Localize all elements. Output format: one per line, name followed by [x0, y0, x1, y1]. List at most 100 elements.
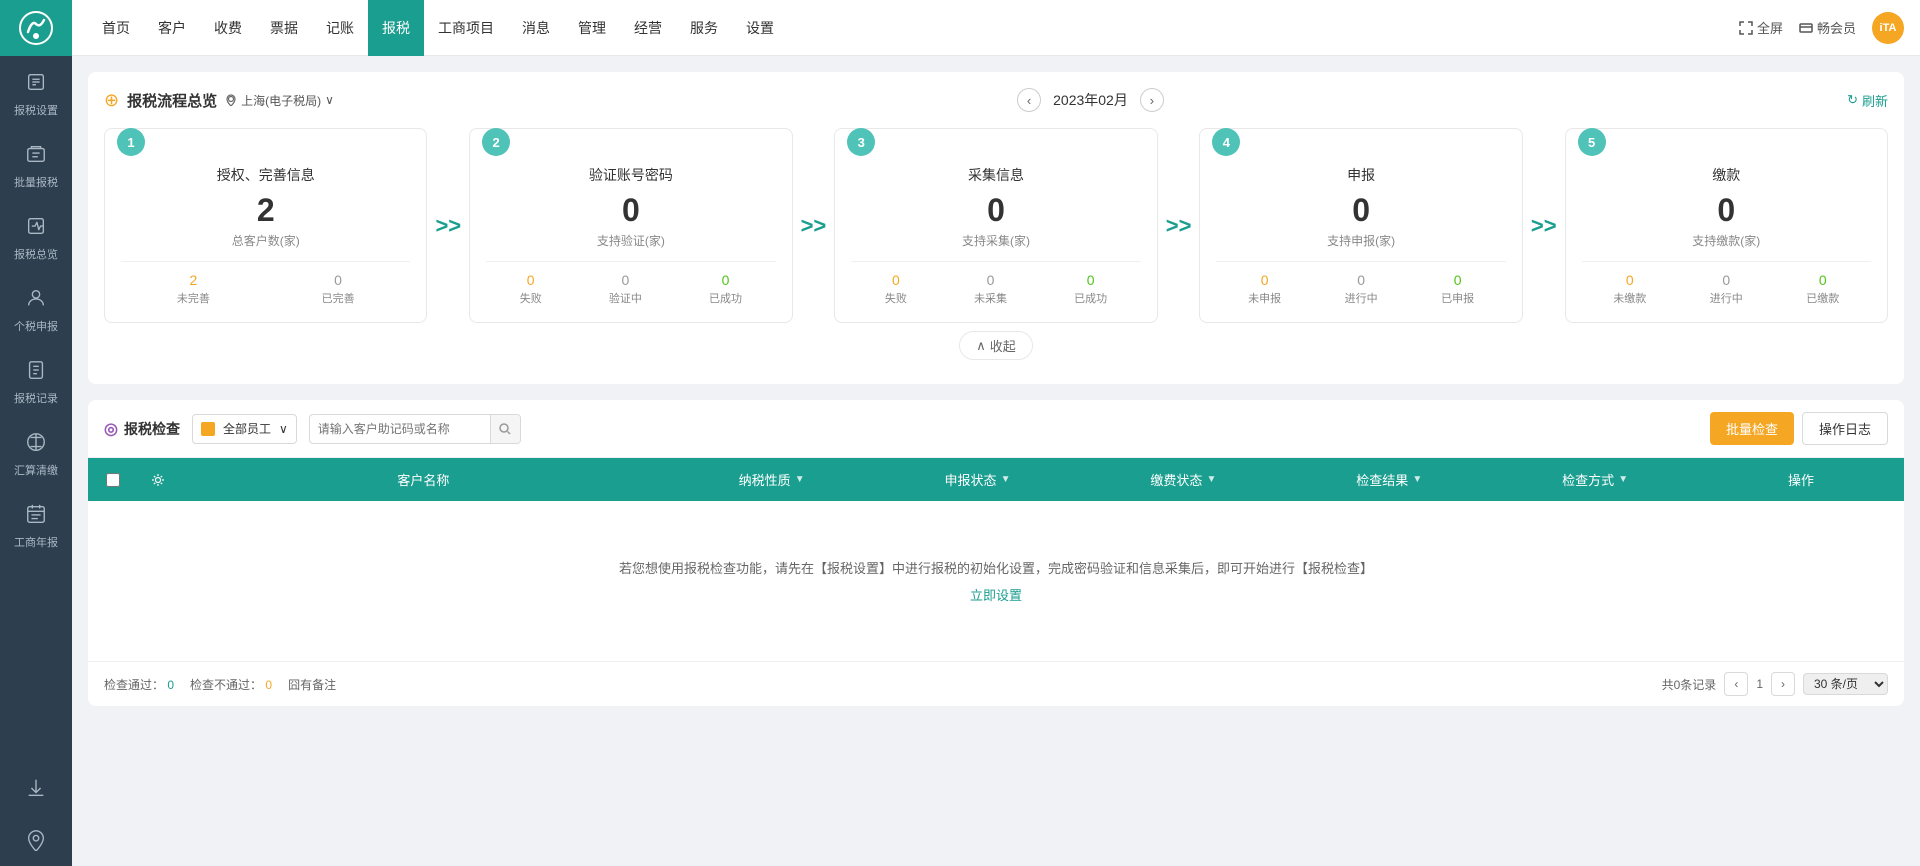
step-stats-5: 0 未缴款 0 进行中 0 已缴款: [1582, 261, 1871, 306]
search-button[interactable]: [490, 414, 520, 444]
tax-records-icon: [20, 354, 52, 386]
nav-management[interactable]: 管理: [564, 0, 620, 56]
staff-filter-dropdown[interactable]: 全部员工 ∨: [192, 414, 297, 444]
nav-accounting[interactable]: 记账: [312, 0, 368, 56]
per-page-select[interactable]: 30 条/页 50 条/页 100 条/页: [1803, 673, 1888, 695]
flow-header: ⊕ 报税流程总览 上海(电子税局) ∨ ‹ 2023年02月 › ↻: [104, 88, 1888, 112]
failed-count[interactable]: 0: [265, 678, 272, 692]
sidebar-item-tax-records[interactable]: 报税记录: [0, 344, 72, 416]
filter-result-icon[interactable]: ▼: [1412, 474, 1422, 485]
step-num-2: 2: [482, 128, 510, 156]
filter-pay-icon[interactable]: ▼: [1206, 474, 1216, 485]
th-operation: 操作: [1698, 458, 1904, 501]
batch-tax-icon: [20, 138, 52, 170]
select-all-checkbox[interactable]: [106, 473, 120, 487]
filter-tax-type-icon[interactable]: ▼: [795, 474, 805, 485]
sidebar-item-settlement[interactable]: 汇算清缴: [0, 416, 72, 488]
nav-right-area: 全屏 畅会员 iTA: [1739, 12, 1904, 44]
sidebar-item-batch-tax[interactable]: 批量报税: [0, 128, 72, 200]
nav-business[interactable]: 工商项目: [424, 0, 508, 56]
step-card-1: 1 授权、完善信息 2 总客户数(家) 2 未完善 0 已完善: [104, 128, 427, 323]
stat-complete-label: 已完善: [322, 290, 355, 306]
sidebar-label-tax-records: 报税记录: [14, 390, 58, 406]
filter-declare-icon[interactable]: ▼: [1001, 474, 1011, 485]
sidebar-label-tax-overview: 报税总览: [14, 246, 58, 262]
current-month: 2023年02月: [1053, 90, 1128, 110]
nav-messages[interactable]: 消息: [508, 0, 564, 56]
navbar: 首页 客户 收费 票据 记账 报税 工商项目 消息 管理 经营 服务 设置 全屏…: [72, 0, 1920, 56]
search-box: [309, 414, 521, 444]
location-selector[interactable]: 上海(电子税局) ∨: [225, 92, 334, 109]
settings-icon[interactable]: [151, 473, 165, 487]
sidebar-item-tax-settings[interactable]: 报税设置: [0, 56, 72, 128]
empty-message: 若您想使用报税检查功能，请先在【报税设置】中进行报税的初始化设置，完成密码验证和…: [619, 558, 1373, 577]
next-month-button[interactable]: ›: [1140, 88, 1164, 112]
search-input[interactable]: [310, 422, 490, 436]
step-title-4: 申报: [1216, 165, 1505, 185]
flow-title: 报税流程总览: [127, 90, 217, 111]
refresh-button[interactable]: ↻ 刷新: [1847, 91, 1888, 110]
step-title-5: 缴款: [1582, 165, 1871, 185]
sidebar-item-personal-declaration[interactable]: 个税申报: [0, 272, 72, 344]
sidebar-item-download[interactable]: [0, 762, 72, 814]
collapse-button[interactable]: ∧ 收起: [959, 331, 1033, 360]
step-desc-4: 支持申报(家): [1216, 232, 1505, 249]
step-stats-1: 2 未完善 0 已完善: [121, 261, 410, 306]
th-tax-type: 纳税性质 ▼: [669, 458, 875, 501]
month-navigation: ‹ 2023年02月 ›: [1017, 88, 1164, 112]
header-actions: 批量检查 操作日志: [1710, 412, 1888, 445]
total-records: 共0条记录: [1662, 676, 1717, 693]
sidebar: 报税设置 批量报税 报税总览 个税申报: [0, 0, 72, 866]
step-count-2: 0: [486, 193, 775, 228]
stat-incomplete: 2 未完善: [177, 272, 210, 306]
check-title-icon: ◎: [104, 419, 118, 439]
nav-fees[interactable]: 收费: [200, 0, 256, 56]
sidebar-item-tax-overview[interactable]: 报税总览: [0, 200, 72, 272]
nav-tax[interactable]: 报税: [368, 0, 424, 56]
th-settings: [138, 461, 178, 499]
prev-page-button[interactable]: ‹: [1724, 672, 1748, 696]
stat-verifying: 0 验证中: [609, 272, 642, 306]
fullscreen-button[interactable]: 全屏: [1739, 18, 1783, 37]
failed-label: 检查不通过： 0: [190, 676, 272, 693]
step-num-4: 4: [1212, 128, 1240, 156]
step-num-1: 1: [117, 128, 145, 156]
content-area: ⊕ 报税流程总览 上海(电子税局) ∨ ‹ 2023年02月 › ↻: [72, 56, 1920, 866]
sidebar-item-location[interactable]: [0, 814, 72, 866]
table-empty-state: 若您想使用报税检查功能，请先在【报税设置】中进行报税的初始化设置，完成密码验证和…: [88, 501, 1904, 661]
member-button[interactable]: 畅会员: [1799, 18, 1856, 37]
nav-operations[interactable]: 经营: [620, 0, 676, 56]
nav-clients[interactable]: 客户: [144, 0, 200, 56]
steps-container: 1 授权、完善信息 2 总客户数(家) 2 未完善 0 已完善: [104, 128, 1888, 323]
tax-settings-icon: [20, 66, 52, 98]
nav-invoices[interactable]: 票据: [256, 0, 312, 56]
refresh-icon: ↻: [1847, 92, 1858, 108]
collapse-row: ∧ 收起: [104, 323, 1888, 368]
location-pin-icon: [225, 94, 237, 106]
setup-link[interactable]: 立即设置: [970, 585, 1022, 604]
step-count-1: 2: [121, 193, 410, 228]
dropdown-chevron-icon: ∨: [279, 422, 288, 436]
sidebar-item-annual-report[interactable]: 工商年报: [0, 488, 72, 560]
passed-count[interactable]: 0: [167, 678, 174, 692]
nav-settings[interactable]: 设置: [732, 0, 788, 56]
step-desc-2: 支持验证(家): [486, 232, 775, 249]
stat-complete-num: 0: [334, 272, 342, 288]
step-card-3: 3 采集信息 0 支持采集(家) 0 失败 0 未采集: [834, 128, 1157, 323]
nav-home[interactable]: 首页: [88, 0, 144, 56]
batch-check-button[interactable]: 批量检查: [1710, 412, 1794, 445]
arrow-2-3: >>: [793, 128, 835, 323]
th-pay-status: 缴费状态 ▼: [1080, 458, 1286, 501]
current-page: 1: [1756, 677, 1763, 691]
next-page-button[interactable]: ›: [1771, 672, 1795, 696]
main-content: 首页 客户 收费 票据 记账 报税 工商项目 消息 管理 经营 服务 设置 全屏…: [72, 0, 1920, 866]
filter-method-icon[interactable]: ▼: [1618, 474, 1628, 485]
prev-month-button[interactable]: ‹: [1017, 88, 1041, 112]
step-stats-2: 0 失败 0 验证中 0 已成功: [486, 261, 775, 306]
step-desc-3: 支持采集(家): [851, 232, 1140, 249]
step-stats-4: 0 未申报 0 进行中 0 已申报: [1216, 261, 1505, 306]
operation-log-button[interactable]: 操作日志: [1802, 412, 1888, 445]
nav-services[interactable]: 服务: [676, 0, 732, 56]
user-avatar[interactable]: iTA: [1872, 12, 1904, 44]
stat-incomplete-label: 未完善: [177, 290, 210, 306]
